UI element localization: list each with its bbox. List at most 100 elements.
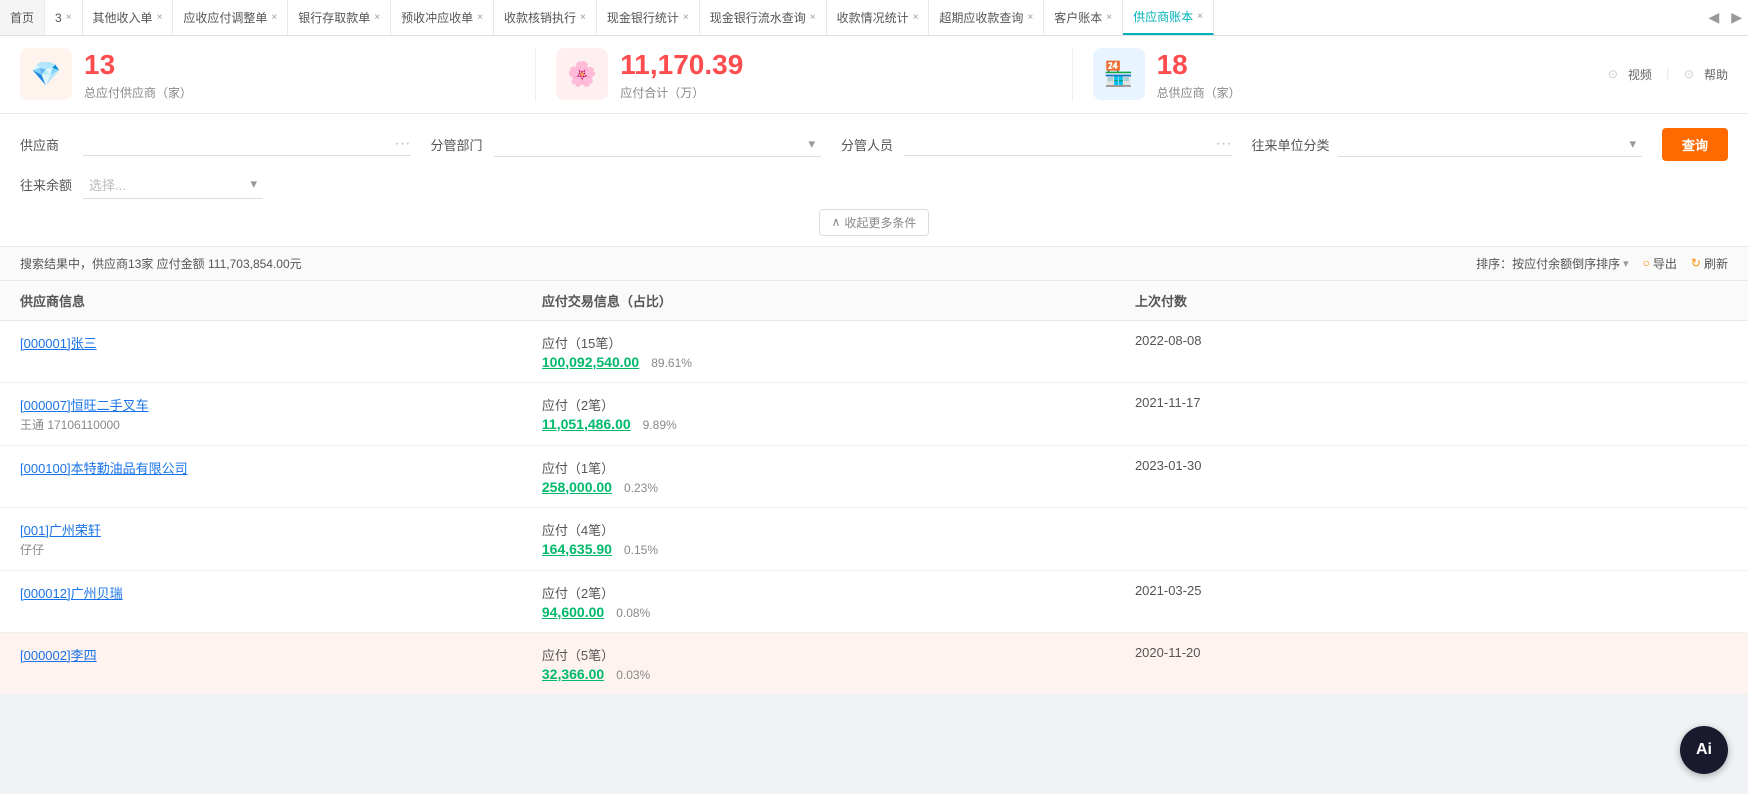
nav-tab-2[interactable]: 其他收入单×	[83, 0, 174, 35]
supplier-input-wrapper[interactable]: ···	[83, 132, 411, 156]
nav-next-arrow[interactable]: ▶	[1725, 0, 1748, 35]
supplier-link[interactable]: [001]广州荣轩	[20, 523, 101, 538]
trans-info: 32,366.00 0.03%	[542, 664, 1135, 682]
stat-item-2: 🏪 18 总供应商（家）	[1073, 48, 1608, 101]
stat-text-1: 11,170.39 应付合计（万）	[620, 48, 743, 101]
unit-class-select[interactable]: ▾	[1338, 132, 1642, 157]
supplier-name: [000012]广州贝瑞	[20, 583, 542, 602]
trans-percent: 0.15%	[624, 543, 658, 557]
trans-amount[interactable]: 32,366.00	[542, 666, 604, 682]
header-extra	[1491, 291, 1728, 310]
nav-tab-12[interactable]: 供应商账本×	[1123, 0, 1214, 35]
nav-tab-10[interactable]: 超期应收款查询×	[929, 0, 1044, 35]
search-button[interactable]: 查询	[1662, 128, 1728, 161]
nav-tab-3[interactable]: 应收应付调整单 ×	[173, 0, 288, 35]
stat-icon-1: 🌸	[556, 48, 608, 100]
supplier-name: [001]广州荣轩	[20, 520, 542, 539]
nav-tab-label: 应收应付调整单	[183, 9, 267, 26]
nav-tab-4[interactable]: 银行存取款单×	[288, 0, 391, 35]
table-row[interactable]: [000001]张三 应付（15笔） 100,092,540.00 89.61%…	[0, 321, 1748, 383]
nav-tab-close-icon[interactable]: ×	[374, 12, 380, 23]
person-input-wrapper[interactable]: ···	[904, 132, 1232, 156]
table-row[interactable]: [000002]李四 应付（5笔） 32,366.00 0.03% 2020-1…	[0, 633, 1748, 695]
supplier-link[interactable]: [000012]广州贝瑞	[20, 586, 123, 601]
transaction-cell: 应付（2笔） 94,600.00 0.08%	[542, 583, 1135, 620]
refresh-label: 刷新	[1704, 255, 1728, 272]
table-row[interactable]: [000012]广州贝瑞 应付（2笔） 94,600.00 0.08% 2021…	[0, 571, 1748, 633]
nav-tab-close-icon[interactable]: ×	[157, 12, 163, 23]
nav-prev-arrow[interactable]: ◀	[1702, 0, 1725, 35]
table-row[interactable]: [000100]本特勤油品有限公司 应付（1笔） 258,000.00 0.23…	[0, 446, 1748, 508]
person-dots-icon[interactable]: ···	[1216, 135, 1232, 153]
nav-tab-6[interactable]: 收款核销执行×	[494, 0, 597, 35]
stats-bar: 💎 13 总应付供应商（家） 🌸 11,170.39 应付合计（万） 🏪 18 …	[0, 36, 1748, 114]
header-transaction: 应付交易信息（占比）	[542, 291, 1135, 310]
nav-tab-close-icon[interactable]: ×	[580, 12, 586, 23]
header-supplier: 供应商信息	[20, 291, 542, 310]
trans-amount[interactable]: 258,000.00	[542, 479, 612, 495]
nav-tab-close-icon[interactable]: ×	[683, 12, 689, 23]
nav-tab-7[interactable]: 现金银行统计×	[597, 0, 700, 35]
stat-number-1: 11,170.39	[620, 48, 743, 82]
balance-select[interactable]: 选择... ▾	[83, 171, 263, 199]
nav-tab-8[interactable]: 现金银行流水查询×	[700, 0, 827, 35]
stat-item-0: 💎 13 总应付供应商（家）	[20, 48, 536, 101]
trans-info: 258,000.00 0.23%	[542, 477, 1135, 495]
sort-button[interactable]: 排序：按应付余额倒序排序 ▾	[1476, 255, 1629, 272]
balance-field: 往来余额 选择... ▾	[20, 171, 1728, 199]
dept-chevron-icon: ▾	[808, 136, 815, 152]
nav-tab-close-icon[interactable]: ×	[271, 12, 277, 23]
refresh-button[interactable]: ↻ 刷新	[1691, 255, 1728, 272]
trans-label: 应付（2笔）	[542, 583, 1135, 602]
supplier-input[interactable]	[83, 132, 395, 155]
export-button[interactable]: ○ 导出	[1643, 255, 1677, 272]
dept-select[interactable]: ▾	[494, 132, 822, 157]
nav-tab-9[interactable]: 收款情况统计×	[827, 0, 930, 35]
supplier-link[interactable]: [000002]李四	[20, 648, 97, 663]
sort-label: 排序：按应付余额倒序排序	[1476, 255, 1620, 272]
supplier-field: 供应商 ···	[20, 132, 411, 156]
supplier-cell: [000007]恒旺二手叉车 王通 17106110000	[20, 395, 542, 433]
nav-tab-close-icon[interactable]: ×	[1027, 12, 1033, 23]
lastpay-cell: 2023-01-30	[1135, 458, 1491, 473]
supplier-label: 供应商	[20, 135, 75, 154]
nav-tab-close-icon[interactable]: ×	[913, 12, 919, 23]
last-pay-date: 2022-08-08	[1135, 333, 1202, 348]
person-input[interactable]	[904, 132, 1216, 155]
nav-tab-0[interactable]: 首页	[0, 0, 45, 35]
supplier-link[interactable]: [000001]张三	[20, 336, 97, 351]
nav-tab-11[interactable]: 客户账本×	[1044, 0, 1123, 35]
nav-tab-1[interactable]: 3×	[45, 0, 83, 35]
trans-amount[interactable]: 100,092,540.00	[542, 354, 639, 370]
unit-class-field: 往来单位分类 ▾	[1252, 132, 1643, 157]
ai-button[interactable]: Ai	[1680, 726, 1728, 774]
supplier-link[interactable]: [000100]本特勤油品有限公司	[20, 461, 188, 476]
nav-tab-5[interactable]: 预收冲应收单×	[391, 0, 494, 35]
balance-chevron-icon: ▾	[250, 176, 257, 192]
table-row[interactable]: [001]广州荣轩 仔仔 应付（4笔） 164,635.90 0.15%	[0, 508, 1748, 571]
lastpay-cell: 2021-11-17	[1135, 395, 1491, 410]
nav-tab-close-icon[interactable]: ×	[1106, 12, 1112, 23]
nav-tab-label: 首页	[10, 9, 34, 26]
supplier-dots-icon[interactable]: ···	[395, 135, 411, 153]
trans-percent: 9.89%	[643, 418, 677, 432]
trans-amount[interactable]: 164,635.90	[542, 541, 612, 557]
help-link[interactable]: 帮助	[1704, 66, 1728, 83]
trans-percent: 0.08%	[616, 606, 650, 620]
dept-field: 分管部门 ▾	[431, 132, 822, 157]
nav-tab-close-icon[interactable]: ×	[477, 12, 483, 23]
supplier-link[interactable]: [000007]恒旺二手叉车	[20, 398, 149, 413]
export-label: 导出	[1653, 255, 1677, 272]
nav-tab-close-icon[interactable]: ×	[1197, 11, 1203, 22]
trans-amount[interactable]: 94,600.00	[542, 604, 604, 620]
nav-tab-close-icon[interactable]: ×	[810, 12, 816, 23]
trans-amount[interactable]: 11,051,486.00	[542, 416, 631, 432]
last-pay-date: 2020-11-20	[1135, 645, 1201, 660]
top-right-links: ⊙ 视频 ｜ ⊙ 帮助	[1608, 66, 1728, 83]
collapse-button[interactable]: ∧ 收起更多条件	[819, 209, 930, 236]
supplier-cell: [000002]李四	[20, 645, 542, 664]
table-row[interactable]: [000007]恒旺二手叉车 王通 17106110000 应付（2笔） 11,…	[0, 383, 1748, 446]
video-link[interactable]: 视频	[1628, 66, 1652, 83]
supplier-name: [000002]李四	[20, 645, 542, 664]
nav-tab-close-icon[interactable]: ×	[66, 12, 72, 23]
